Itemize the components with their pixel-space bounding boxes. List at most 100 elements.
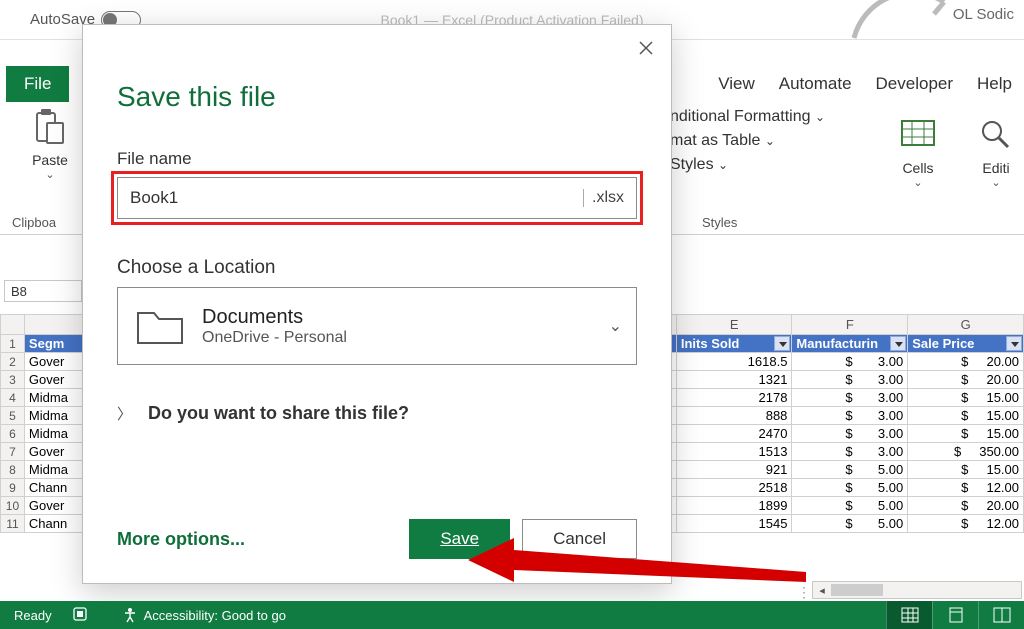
styles-group: nditional Formatting ⌄ mat as Table ⌄ St…: [670, 105, 825, 177]
table-cell[interactable]: $ 5.00: [792, 497, 908, 515]
table-cell[interactable]: $ 5.00: [792, 461, 908, 479]
share-icon: [834, 0, 954, 40]
table-header-cell[interactable]: Sale Price: [908, 335, 1024, 353]
paste-button[interactable]: Paste ⌄: [20, 109, 80, 181]
close-button[interactable]: [631, 33, 661, 63]
tab-automate[interactable]: Automate: [767, 66, 864, 102]
filter-icon[interactable]: [774, 336, 790, 351]
status-bar: Ready Accessibility: Good to go: [0, 601, 1024, 629]
table-cell[interactable]: $ 3.00: [792, 407, 908, 425]
column-header[interactable]: F: [792, 315, 908, 335]
paste-label: Paste: [20, 152, 80, 168]
editing-button[interactable]: Editi ⌄: [976, 115, 1016, 189]
cancel-button[interactable]: Cancel: [522, 519, 637, 559]
page-break-icon: [993, 607, 1011, 623]
clipboard-group-label: Clipboa: [12, 215, 56, 230]
table-cell[interactable]: $ 5.00: [792, 479, 908, 497]
table-cell[interactable]: $ 12.00: [908, 515, 1024, 533]
filename-field[interactable]: .xlsx: [117, 177, 637, 219]
accessibility-status[interactable]: Accessibility: Good to go: [122, 607, 286, 623]
tab-developer[interactable]: Developer: [864, 66, 966, 102]
save-button[interactable]: Save: [409, 519, 510, 559]
row-header[interactable]: 11: [1, 515, 25, 533]
scrollbar-thumb[interactable]: [831, 584, 883, 596]
grid-view-icon: [901, 607, 919, 623]
row-header[interactable]: 5: [1, 407, 25, 425]
sheet-tabs-scroll-handle[interactable]: ⋮: [797, 584, 809, 596]
scroll-left-icon[interactable]: ◂: [813, 584, 831, 597]
table-cell[interactable]: 2470: [676, 425, 792, 443]
row-header[interactable]: 1: [1, 335, 25, 353]
table-cell[interactable]: $ 12.00: [908, 479, 1024, 497]
share-expander[interactable]: 〉 Do you want to share this file?: [117, 403, 671, 424]
row-header[interactable]: 9: [1, 479, 25, 497]
status-ready: Ready: [14, 608, 52, 623]
location-picker[interactable]: Documents OneDrive - Personal ⌄: [117, 287, 637, 365]
row-header[interactable]: 10: [1, 497, 25, 515]
table-cell[interactable]: $ 3.00: [792, 443, 908, 461]
filter-icon[interactable]: [890, 336, 906, 351]
folder-icon: [136, 307, 184, 345]
table-cell[interactable]: 2178: [676, 389, 792, 407]
table-header-cell[interactable]: Inits Sold: [676, 335, 792, 353]
row-header[interactable]: 6: [1, 425, 25, 443]
cells-button[interactable]: Cells ⌄: [898, 115, 938, 189]
table-cell[interactable]: $ 5.00: [792, 515, 908, 533]
cell-styles-menu[interactable]: Styles ⌄: [670, 153, 825, 177]
more-options-link[interactable]: More options...: [117, 529, 245, 550]
format-as-table-menu[interactable]: mat as Table ⌄: [670, 129, 825, 153]
chevron-down-icon: ⌄: [609, 316, 622, 336]
table-cell[interactable]: $ 3.00: [792, 371, 908, 389]
table-cell[interactable]: $ 3.00: [792, 425, 908, 443]
cells-icon: [898, 115, 938, 151]
close-icon: [639, 41, 653, 55]
view-page-layout-button[interactable]: [932, 601, 978, 629]
table-cell[interactable]: 2518: [676, 479, 792, 497]
paste-icon: [35, 109, 65, 145]
table-cell[interactable]: 888: [676, 407, 792, 425]
table-cell[interactable]: $ 3.00: [792, 389, 908, 407]
table-cell[interactable]: $ 15.00: [908, 389, 1024, 407]
table-cell[interactable]: 1513: [676, 443, 792, 461]
table-cell[interactable]: $ 20.00: [908, 497, 1024, 515]
name-box[interactable]: [4, 280, 82, 302]
table-cell[interactable]: $ 20.00: [908, 353, 1024, 371]
table-header-cell[interactable]: Manufacturin: [792, 335, 908, 353]
view-page-break-button[interactable]: [978, 601, 1024, 629]
table-cell[interactable]: 1545: [676, 515, 792, 533]
file-tab[interactable]: File: [6, 66, 69, 102]
table-cell[interactable]: 1321: [676, 371, 792, 389]
row-header[interactable]: 3: [1, 371, 25, 389]
view-normal-button[interactable]: [886, 601, 932, 629]
table-cell[interactable]: $ 15.00: [908, 407, 1024, 425]
table-cell[interactable]: $ 350.00: [908, 443, 1024, 461]
column-header[interactable]: E: [676, 315, 792, 335]
table-cell[interactable]: $ 15.00: [908, 425, 1024, 443]
table-cell[interactable]: 1899: [676, 497, 792, 515]
conditional-formatting-menu[interactable]: nditional Formatting ⌄: [670, 105, 825, 129]
column-header[interactable]: G: [908, 315, 1024, 335]
filename-label: File name: [117, 149, 671, 169]
table-cell[interactable]: 1618.5: [676, 353, 792, 371]
user-name[interactable]: OL Sodic: [953, 6, 1014, 23]
table-cell[interactable]: $ 15.00: [908, 461, 1024, 479]
page-layout-icon: [947, 607, 965, 623]
filename-input[interactable]: [130, 188, 583, 208]
filter-icon[interactable]: [1006, 336, 1022, 351]
row-header[interactable]: 8: [1, 461, 25, 479]
tab-help[interactable]: Help: [965, 66, 1024, 102]
table-cell[interactable]: $ 20.00: [908, 371, 1024, 389]
tab-view[interactable]: View: [706, 66, 767, 102]
row-header[interactable]: 2: [1, 353, 25, 371]
horizontal-scrollbar[interactable]: ◂: [812, 581, 1022, 599]
location-name: Documents: [202, 305, 347, 329]
chevron-right-icon: 〉: [117, 403, 132, 424]
file-extension-menu[interactable]: .xlsx: [583, 189, 624, 207]
table-cell[interactable]: 921: [676, 461, 792, 479]
dialog-title: Save this file: [117, 81, 671, 113]
table-cell[interactable]: $ 3.00: [792, 353, 908, 371]
row-header[interactable]: 4: [1, 389, 25, 407]
row-header[interactable]: 7: [1, 443, 25, 461]
macro-record-icon[interactable]: [72, 606, 88, 625]
location-label: Choose a Location: [117, 257, 671, 279]
